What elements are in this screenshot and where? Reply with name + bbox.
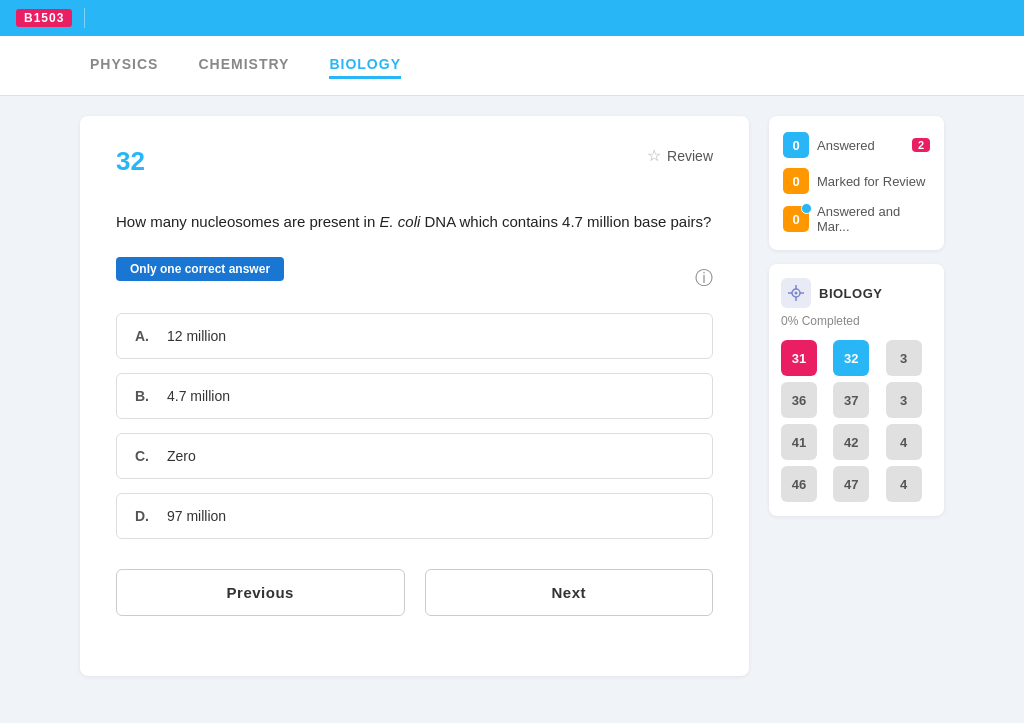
q-btn-41[interactable]: 41	[781, 424, 817, 460]
marked-label: Marked for Review	[817, 174, 925, 189]
option-d[interactable]: D. 97 million	[116, 493, 713, 539]
subject-icon	[781, 278, 811, 308]
info-icon[interactable]: ⓘ	[695, 266, 713, 290]
nav-buttons: Previous Next	[116, 569, 713, 616]
option-b-text: 4.7 million	[167, 388, 230, 404]
q-btn-46[interactable]: 46	[781, 466, 817, 502]
legend-answered: 0 Answered 2	[783, 132, 930, 158]
option-a[interactable]: A. 12 million	[116, 313, 713, 359]
option-b-letter: B.	[135, 388, 153, 404]
previous-button[interactable]: Previous	[116, 569, 405, 616]
subject-name: BIOLOGY	[819, 286, 882, 301]
q-btn-36[interactable]: 36	[781, 382, 817, 418]
option-d-letter: D.	[135, 508, 153, 524]
q-btn-31[interactable]: 31	[781, 340, 817, 376]
tabs-bar: PHYSICS CHEMISTRY BIOLOGY	[0, 36, 1024, 96]
q-btn-32[interactable]: 32	[833, 340, 869, 376]
sidebar: 0 Answered 2 0 Marked for Review 0 Answe…	[769, 116, 944, 676]
answered-marked-badge: 0	[783, 206, 809, 232]
answered-count: 2	[912, 138, 930, 152]
tab-physics[interactable]: PHYSICS	[90, 53, 158, 79]
answered-badge: 0	[783, 132, 809, 158]
options-list: A. 12 million B. 4.7 million C. Zero D. …	[116, 313, 713, 539]
option-a-letter: A.	[135, 328, 153, 344]
option-b[interactable]: B. 4.7 million	[116, 373, 713, 419]
star-icon: ☆	[647, 146, 661, 165]
question-grid: 31 32 3 36 37 3 41 42 4 46 47 4	[781, 340, 932, 502]
completed-text: 0% Completed	[781, 314, 932, 328]
review-label: Review	[667, 148, 713, 164]
logo-badge: B1503	[16, 9, 72, 27]
q-btn-47[interactable]: 47	[833, 466, 869, 502]
question-number: 32	[116, 146, 145, 177]
biology-icon	[787, 284, 805, 302]
question-text: How many nucleosomes are present in E. c…	[116, 209, 713, 235]
option-c-text: Zero	[167, 448, 196, 464]
question-card: 32 ☆ Review How many nucleosomes are pre…	[80, 116, 749, 676]
legend-marked: 0 Marked for Review	[783, 168, 930, 194]
question-header-row: 32 ☆ Review	[116, 146, 713, 195]
option-c[interactable]: C. Zero	[116, 433, 713, 479]
top-bar: B1503	[0, 0, 1024, 36]
top-bar-divider	[84, 8, 85, 28]
option-a-text: 12 million	[167, 328, 226, 344]
main-layout: 32 ☆ Review How many nucleosomes are pre…	[0, 96, 1024, 696]
q-btn-43[interactable]: 4	[886, 424, 922, 460]
marked-badge: 0	[783, 168, 809, 194]
q-btn-38[interactable]: 3	[886, 382, 922, 418]
legend-answered-marked: 0 Answered and Mar...	[783, 204, 930, 234]
next-button[interactable]: Next	[425, 569, 714, 616]
answer-type-badge: Only one correct answer	[116, 257, 284, 281]
answered-label: Answered	[817, 138, 875, 153]
question-text-italic: E. coli	[379, 213, 420, 230]
svg-point-1	[795, 292, 798, 295]
tab-biology[interactable]: BIOLOGY	[329, 53, 401, 79]
question-text-before: How many nucleosomes are present in	[116, 213, 379, 230]
question-text-after: DNA which contains 4.7 million base pair…	[420, 213, 711, 230]
legend-card: 0 Answered 2 0 Marked for Review 0 Answe…	[769, 116, 944, 250]
q-btn-37[interactable]: 37	[833, 382, 869, 418]
option-c-letter: C.	[135, 448, 153, 464]
tab-chemistry[interactable]: CHEMISTRY	[198, 53, 289, 79]
q-btn-48[interactable]: 4	[886, 466, 922, 502]
q-btn-42[interactable]: 42	[833, 424, 869, 460]
review-button[interactable]: ☆ Review	[647, 146, 713, 165]
option-d-text: 97 million	[167, 508, 226, 524]
answered-marked-label: Answered and Mar...	[817, 204, 930, 234]
subject-section: BIOLOGY 0% Completed 31 32 3 36 37 3 41 …	[769, 264, 944, 516]
subject-header: BIOLOGY	[781, 278, 932, 308]
q-btn-33[interactable]: 3	[886, 340, 922, 376]
